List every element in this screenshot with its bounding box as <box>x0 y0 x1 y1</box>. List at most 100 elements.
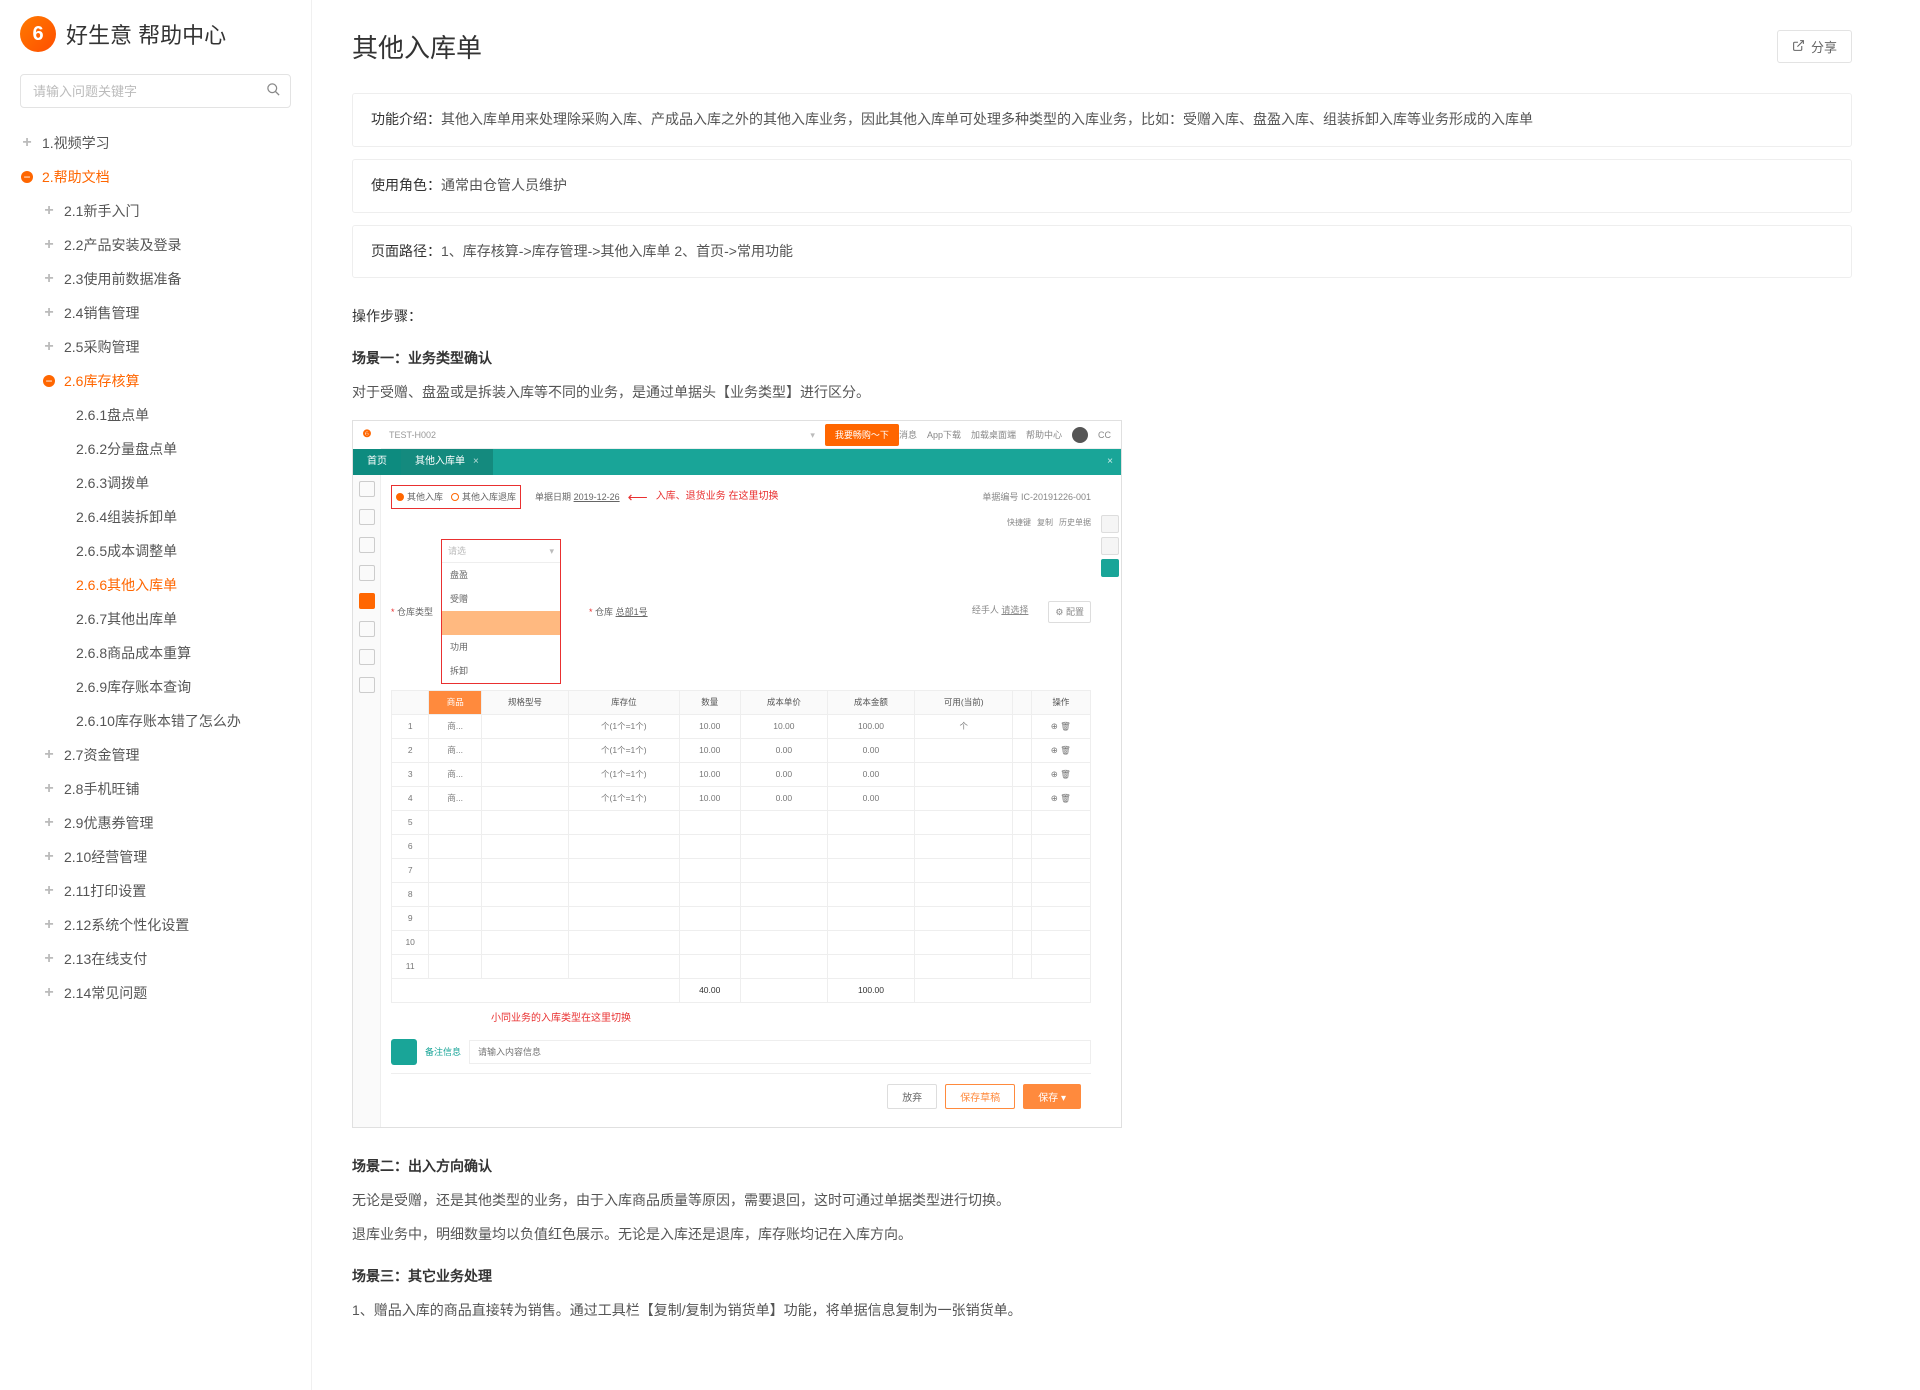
nav-l3-item[interactable]: 2.6.4组装拆卸单 <box>20 500 291 534</box>
scene1-desc: 对于受赠、盘盈或是拆装入库等不同的业务，是通过单据头【业务类型】进行区分。 <box>352 378 1852 406</box>
steps-label: 操作步骤： <box>352 302 1852 330</box>
table-row[interactable]: 4商...个(1个=1个)10.000.000.00⊕ 🗑 <box>392 787 1091 811</box>
nav-l2-item[interactable]: +2.5采购管理 <box>20 330 291 364</box>
ss-rail-icon[interactable] <box>359 649 375 665</box>
save-draft-button[interactable]: 保存草稿 <box>945 1084 1015 1109</box>
ss-tool-link[interactable]: 快捷键 <box>1007 515 1031 531</box>
radio-return[interactable]: 其他入库退库 <box>451 488 516 506</box>
ss-rail-icon[interactable] <box>359 621 375 637</box>
ss-top-link[interactable]: 加载桌面端 <box>971 426 1016 444</box>
radio-label: 其他入库 <box>407 488 443 506</box>
warehouse-type-label: 仓库类型 <box>391 603 433 621</box>
save-button[interactable]: 保存 ▾ <box>1023 1084 1081 1109</box>
ss-top-link[interactable]: 帮助中心 <box>1026 426 1062 444</box>
ss-tab-active[interactable]: 其他入库单× <box>401 449 493 475</box>
nav-l2-item[interactable]: +2.8手机旺铺 <box>20 772 291 806</box>
ss-top-link[interactable]: 消息 <box>899 426 917 444</box>
nav-l3-item[interactable]: 2.6.6其他入库单 <box>20 568 291 602</box>
table-row[interactable]: 1商...个(1个=1个)10.0010.00100.00个⊕ 🗑 <box>392 715 1091 739</box>
ss-tool-link[interactable]: 复制 <box>1037 515 1053 531</box>
share-button[interactable]: 分享 <box>1777 30 1852 63</box>
close-icon[interactable]: × <box>473 452 479 472</box>
nav-l3-item[interactable]: 2.6.10库存账本错了怎么办 <box>20 704 291 738</box>
dropdown-option[interactable]: 盘盈 <box>442 563 560 587</box>
dropdown-option[interactable]: 拆卸 <box>442 659 560 683</box>
ss-tool-icon[interactable] <box>1101 559 1119 577</box>
dropdown-option[interactable]: 受赠 <box>442 587 560 611</box>
ss-tab-home[interactable]: 首页 <box>353 449 401 475</box>
table-header: 数量 <box>679 691 740 715</box>
table-header: 商品 <box>429 691 482 715</box>
nav-l2-item[interactable]: +2.9优惠券管理 <box>20 806 291 840</box>
warehouse-value[interactable]: 总部1号 <box>616 607 648 617</box>
table-row[interactable]: 2商...个(1个=1个)10.000.000.00⊕ 🗑 <box>392 739 1091 763</box>
ss-rail-icon[interactable] <box>359 593 375 609</box>
table-row[interactable]: 6 <box>392 835 1091 859</box>
nav-l2-item[interactable]: +2.3使用前数据准备 <box>20 262 291 296</box>
ss-rail-icon[interactable] <box>359 509 375 525</box>
nav-l3-item[interactable]: 2.6.7其他出库单 <box>20 602 291 636</box>
nav-l2-item[interactable]: +2.12系统个性化设置 <box>20 908 291 942</box>
ss-tool-icon[interactable] <box>1101 537 1119 555</box>
ss-tab-label: 首页 <box>367 452 387 472</box>
table-header: 库存位 <box>569 691 679 715</box>
avatar-icon[interactable] <box>1072 427 1088 443</box>
search-icon[interactable] <box>266 82 281 100</box>
nav-l3-item[interactable]: 2.6.3调拨单 <box>20 466 291 500</box>
table-totals: 40.00100.00 <box>392 979 1091 1003</box>
memo-input[interactable] <box>469 1040 1091 1064</box>
nav-l3-item[interactable]: 2.6.8商品成本重算 <box>20 636 291 670</box>
nav-l2-item[interactable]: +2.10经营管理 <box>20 840 291 874</box>
memo-label: 备注信息 <box>425 1043 461 1061</box>
table-row[interactable]: 8 <box>392 883 1091 907</box>
ss-rail-icon[interactable] <box>359 677 375 693</box>
radio-in[interactable]: 其他入库 <box>396 488 443 506</box>
table-row[interactable]: 10 <box>392 931 1091 955</box>
ss-rail-icon[interactable] <box>359 481 375 497</box>
cancel-button[interactable]: 放弃 <box>887 1084 937 1109</box>
table-row[interactable]: 5 <box>392 811 1091 835</box>
ss-tool-icon[interactable] <box>1101 515 1119 533</box>
scene3-p1: 1、赠品入库的商品直接转为销售。通过工具栏【复制/复制为销货单】功能，将单据信息… <box>352 1296 1852 1324</box>
close-icon[interactable]: × <box>1107 452 1121 472</box>
dropdown-option[interactable] <box>442 611 560 635</box>
nav-l1-item[interactable]: +1.视频学习 <box>20 126 291 160</box>
share-icon <box>1792 39 1805 55</box>
nav-l3-item[interactable]: 2.6.1盘点单 <box>20 398 291 432</box>
ss-promo-button[interactable]: 我要畅购～下 <box>825 424 899 446</box>
path-label: 页面路径： <box>371 243 441 259</box>
path-text: 1、库存核算->库存管理->其他入库单 2、首页->常用功能 <box>441 243 793 259</box>
ss-config-button[interactable]: ⚙ 配置 <box>1048 601 1091 623</box>
ss-top-link[interactable]: App下载 <box>927 426 961 444</box>
ss-topbar: ❻ TEST-H002 ▾ 我要畅购～下 消息 App下载 加载桌面端 帮助中心… <box>353 421 1121 449</box>
table-row[interactable]: 7 <box>392 859 1091 883</box>
ss-rail-icon[interactable] <box>359 565 375 581</box>
nav-l2-item[interactable]: +2.2产品安装及登录 <box>20 228 291 262</box>
nav-label: 2.11打印设置 <box>64 874 146 908</box>
table-row[interactable]: 9 <box>392 907 1091 931</box>
nav-l3-item[interactable]: 2.6.5成本调整单 <box>20 534 291 568</box>
nav-l3-item[interactable]: 2.6.2分量盘点单 <box>20 432 291 466</box>
nav-l1-item[interactable]: −2.帮助文档 <box>20 160 291 194</box>
ss-tool-link[interactable]: 历史单据 <box>1059 515 1091 531</box>
ss-rail-icon[interactable] <box>359 537 375 553</box>
nav-l2-item[interactable]: −2.6库存核算 <box>20 364 291 398</box>
nav-l2-item[interactable]: +2.4销售管理 <box>20 296 291 330</box>
handler-value[interactable]: 请选择 <box>1001 605 1028 615</box>
nav-l2-item[interactable]: +2.7资金管理 <box>20 738 291 772</box>
intro-text: 其他入库单用来处理除采购入库、产成品入库之外的其他入库业务，因此其他入库单可处理… <box>441 111 1533 127</box>
intro-label: 功能介绍： <box>371 111 441 127</box>
dropdown-input[interactable]: 请选▾ <box>442 540 560 563</box>
nav-l2-item[interactable]: +2.1新手入门 <box>20 194 291 228</box>
table-row[interactable]: 11 <box>392 955 1091 979</box>
nav-l2-item[interactable]: +2.14常见问题 <box>20 976 291 1010</box>
ss-date-value[interactable]: 2019-12-26 <box>574 492 620 502</box>
search-input[interactable] <box>20 74 291 108</box>
dropdown-option[interactable]: 功用 <box>442 635 560 659</box>
nav-l3-item[interactable]: 2.6.9库存账本查询 <box>20 670 291 704</box>
brand-row: 6 好生意 帮助中心 <box>20 16 291 52</box>
nav-l2-item[interactable]: +2.11打印设置 <box>20 874 291 908</box>
dropdown-list: 盘盈受赠 功用拆卸 <box>442 563 560 683</box>
nav-l2-item[interactable]: +2.13在线支付 <box>20 942 291 976</box>
table-row[interactable]: 3商...个(1个=1个)10.000.000.00⊕ 🗑 <box>392 763 1091 787</box>
